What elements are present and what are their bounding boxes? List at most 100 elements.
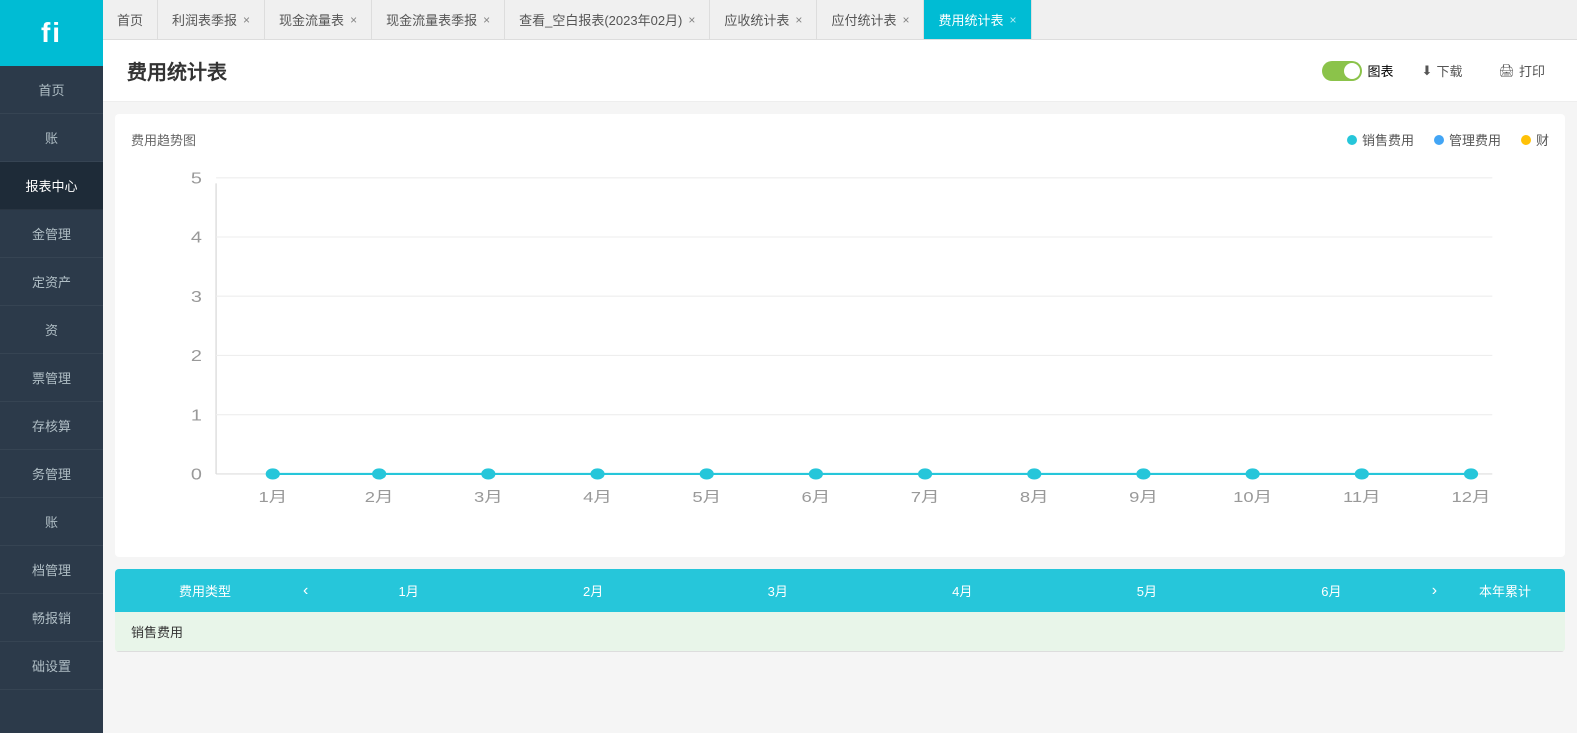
tab-cashflow-label: 现金流量表 — [279, 10, 344, 29]
sidebar-item-inventory[interactable]: 存核算 — [0, 402, 103, 450]
svg-text:9月: 9月 — [1129, 489, 1158, 506]
td-val-2 — [497, 612, 683, 651]
tab-blank-report-label: 查看_空白报表(2023年02月) — [519, 10, 682, 29]
svg-text:7月: 7月 — [911, 489, 940, 506]
tab-home[interactable]: 首页 — [103, 0, 158, 40]
legend-finance-label: 财 — [1536, 130, 1549, 149]
tab-payable-label: 应付统计表 — [831, 10, 896, 29]
print-label: 打印 — [1519, 61, 1545, 80]
tab-cashflow-quarterly[interactable]: 现金流量表季报 × — [372, 0, 505, 40]
th-nav-next[interactable]: › — [1424, 569, 1445, 612]
tab-profit-label: 利润表季报 — [172, 10, 237, 29]
td-spacer-next — [1429, 612, 1445, 651]
print-icon: 🖨 — [1498, 63, 1515, 79]
table-row: 销售费用 — [115, 612, 1565, 652]
sidebar-item-assets[interactable]: 定资产 — [0, 258, 103, 306]
sidebar-item-ledger[interactable]: 账 — [0, 498, 103, 546]
svg-text:3月: 3月 — [474, 489, 503, 506]
th-month-5: 5月 — [1055, 569, 1240, 612]
svg-text:1月: 1月 — [258, 489, 287, 506]
td-type: 销售费用 — [115, 612, 295, 651]
svg-text:10月: 10月 — [1233, 489, 1272, 506]
tab-expense-label: 费用统计表 — [938, 10, 1003, 29]
legend-dot-finance — [1521, 135, 1531, 145]
legend-dot-admin — [1434, 135, 1444, 145]
tab-cashflow-quarterly-close[interactable]: × — [483, 13, 490, 27]
page-header: 费用统计表 图表 ⬇ 下载 🖨 打印 — [103, 40, 1577, 102]
th-total: 本年累计 — [1445, 569, 1565, 612]
th-month-3: 3月 — [685, 569, 870, 612]
th-month-4: 4月 — [870, 569, 1055, 612]
tab-home-label: 首页 — [117, 10, 143, 29]
svg-text:4: 4 — [191, 229, 202, 247]
svg-text:5月: 5月 — [692, 489, 721, 506]
chart-container: 0 1 2 3 4 5 1月 2月 3月 4 — [131, 161, 1549, 541]
legend-sales-label: 销售费用 — [1362, 130, 1414, 149]
td-spacer-prev — [295, 612, 311, 651]
tab-expense[interactable]: 费用统计表 × — [924, 0, 1031, 40]
sidebar-item-archive[interactable]: 档管理 — [0, 546, 103, 594]
legend-admin-label: 管理费用 — [1449, 130, 1501, 149]
expense-table: 费用类型 ‹ 1月 2月 3月 4月 5月 6月 › 本年累计 销售费用 — [115, 569, 1565, 652]
sidebar-item-service[interactable]: 务管理 — [0, 450, 103, 498]
legend-dot-sales — [1347, 135, 1357, 145]
svg-text:11月: 11月 — [1343, 489, 1381, 506]
content-area: 费用统计表 图表 ⬇ 下载 🖨 打印 费用趋势图 — [103, 40, 1577, 733]
chart-header: 费用趋势图 销售费用 管理费用 财 — [131, 130, 1549, 149]
th-type: 费用类型 — [115, 569, 295, 612]
tab-blank-report[interactable]: 查看_空白报表(2023年02月) × — [505, 0, 710, 40]
print-button[interactable]: 🖨 打印 — [1490, 57, 1553, 84]
sidebar-item-reports[interactable]: 报表中心 — [0, 162, 103, 210]
sidebar-item-settings[interactable]: 础设置 — [0, 642, 103, 690]
tab-profit[interactable]: 利润表季报 × — [158, 0, 265, 40]
svg-text:1: 1 — [191, 406, 202, 424]
svg-text:3: 3 — [191, 288, 202, 306]
sidebar-item-invest[interactable]: 资 — [0, 306, 103, 354]
svg-text:5: 5 — [191, 169, 202, 187]
page-title: 费用统计表 — [127, 56, 227, 85]
main-area: 首页 利润表季报 × 现金流量表 × 现金流量表季报 × 查看_空白报表(202… — [103, 0, 1577, 733]
download-label: 下载 — [1436, 61, 1462, 80]
chart-legend: 销售费用 管理费用 财 — [1347, 130, 1549, 149]
download-icon: ⬇ — [1422, 63, 1433, 79]
svg-text:2月: 2月 — [365, 489, 394, 506]
th-nav-prev[interactable]: ‹ — [295, 569, 316, 612]
sidebar-item-account[interactable]: 账 — [0, 114, 103, 162]
svg-text:4月: 4月 — [583, 489, 612, 506]
th-month-6: 6月 — [1239, 569, 1424, 612]
sidebar-item-expense[interactable]: 畅报销 — [0, 594, 103, 642]
sidebar-item-home[interactable]: 首页 — [0, 66, 103, 114]
chart-section: 费用趋势图 销售费用 管理费用 财 — [115, 114, 1565, 557]
tab-blank-report-close[interactable]: × — [688, 13, 695, 27]
th-month-1: 1月 — [316, 569, 501, 612]
chart-title: 费用趋势图 — [131, 130, 196, 149]
svg-text:12月: 12月 — [1452, 489, 1491, 506]
td-val-3 — [684, 612, 870, 651]
tab-payable[interactable]: 应付统计表 × — [817, 0, 924, 40]
sidebar-logo: fi — [0, 0, 103, 66]
tab-cashflow[interactable]: 现金流量表 × — [265, 0, 372, 40]
download-button[interactable]: ⬇ 下载 — [1414, 57, 1471, 84]
td-val-5 — [1056, 612, 1242, 651]
sidebar-item-cash[interactable]: 金管理 — [0, 210, 103, 258]
td-val-6 — [1243, 612, 1429, 651]
legend-sales: 销售费用 — [1347, 130, 1414, 149]
td-val-4 — [870, 612, 1056, 651]
td-total — [1445, 612, 1565, 651]
chart-toggle[interactable] — [1322, 61, 1362, 81]
chart-toggle-group: 图表 — [1322, 61, 1394, 81]
svg-text:0: 0 — [191, 466, 202, 484]
tab-profit-close[interactable]: × — [243, 13, 250, 27]
tab-receivable-label: 应收统计表 — [724, 10, 789, 29]
tab-payable-close[interactable]: × — [902, 13, 909, 27]
tab-receivable[interactable]: 应收统计表 × — [710, 0, 817, 40]
tab-cashflow-close[interactable]: × — [350, 13, 357, 27]
sidebar-item-invoice[interactable]: 票管理 — [0, 354, 103, 402]
legend-admin: 管理费用 — [1434, 130, 1501, 149]
svg-text:8月: 8月 — [1020, 489, 1049, 506]
tab-receivable-close[interactable]: × — [795, 13, 802, 27]
legend-finance: 财 — [1521, 130, 1549, 149]
tabs-bar: 首页 利润表季报 × 现金流量表 × 现金流量表季报 × 查看_空白报表(202… — [103, 0, 1577, 40]
tab-expense-close[interactable]: × — [1009, 13, 1016, 27]
chart-toggle-label: 图表 — [1368, 61, 1394, 80]
